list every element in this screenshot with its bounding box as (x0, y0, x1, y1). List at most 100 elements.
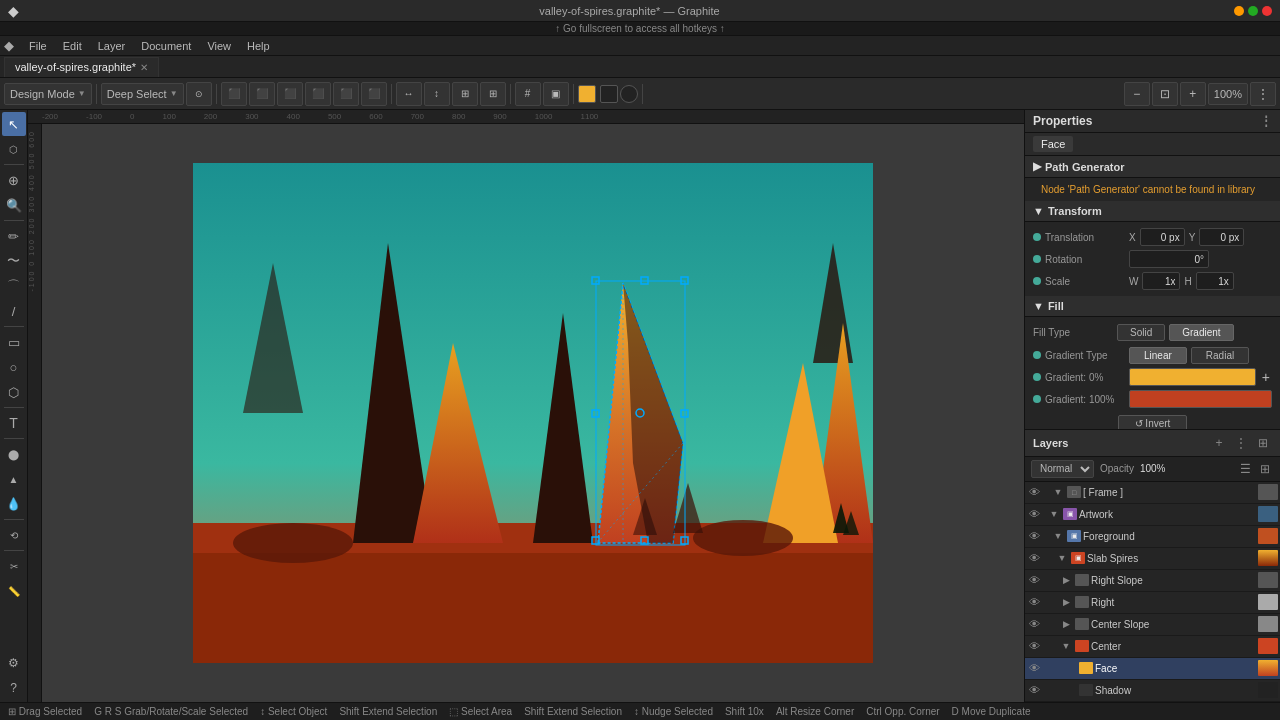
w-input[interactable] (1142, 272, 1180, 290)
select-tool[interactable]: ↖ (2, 112, 26, 136)
fill-tool[interactable]: ▲ (2, 467, 26, 491)
gradient-100-bar[interactable] (1129, 390, 1272, 408)
layer-eye-icon[interactable]: 👁 (1025, 571, 1043, 589)
layer-eye-icon[interactable]: 👁 (1025, 527, 1043, 545)
layer-eye-icon[interactable]: 👁 (1025, 549, 1043, 567)
select-btn[interactable]: ⊙ (186, 82, 212, 106)
layer-expand-icon[interactable]: ▼ (1051, 485, 1065, 499)
zoom-tool[interactable]: 🔍 (2, 193, 26, 217)
layer-eye-icon[interactable]: 👁 (1025, 615, 1043, 633)
fill-header[interactable]: ▼ Fill (1025, 296, 1280, 317)
zoom-in-btn[interactable]: + (1180, 82, 1206, 106)
menu-file[interactable]: File (22, 39, 54, 53)
align-right-btn[interactable]: ⬛ (277, 82, 303, 106)
x-input[interactable] (1140, 228, 1185, 246)
layer-expand-icon[interactable]: ▼ (1047, 507, 1061, 521)
menu-view[interactable]: View (200, 39, 238, 53)
layer-eye-icon[interactable]: 👁 (1025, 593, 1043, 611)
invert-btn[interactable]: ↺ Invert (1118, 415, 1188, 429)
layer-slab-spires[interactable]: 👁 ▼ ▣ Slab Spires (1025, 548, 1280, 570)
fill-color-chip[interactable] (578, 85, 596, 103)
line-tool[interactable]: / (2, 299, 26, 323)
layer-expand-icon[interactable]: ▶ (1059, 573, 1073, 587)
layer-eye-icon[interactable]: 👁 (1025, 483, 1043, 501)
rotation-input[interactable] (1129, 250, 1209, 268)
layers-add-icon[interactable]: + (1210, 434, 1228, 452)
align-center-h-btn[interactable]: ⬛ (249, 82, 275, 106)
path-generator-header[interactable]: ▶ Path Generator (1025, 156, 1280, 178)
gradient-0-add-icon[interactable]: + (1260, 369, 1272, 385)
transform-header[interactable]: ▼ Transform (1025, 201, 1280, 222)
layers-panel-btn[interactable]: ⊞ (1254, 434, 1272, 452)
gradient-0-bar[interactable] (1129, 368, 1256, 386)
polygon-tool[interactable]: ⬡ (2, 380, 26, 404)
gradient-tool[interactable]: ⬤ (2, 442, 26, 466)
menu-document[interactable]: Document (134, 39, 198, 53)
layer-eye-icon[interactable]: 👁 (1025, 681, 1043, 699)
menu-help[interactable]: Help (240, 39, 277, 53)
layer-right-slope[interactable]: 👁 ▶ Right Slope (1025, 570, 1280, 592)
tab-close-icon[interactable]: ✕ (140, 62, 148, 73)
layer-expand-icon[interactable]: ▼ (1059, 639, 1073, 653)
zoom-display[interactable]: 100% (1208, 83, 1248, 105)
layer-expand-icon[interactable]: ▶ (1059, 595, 1073, 609)
layer-eye-icon[interactable]: 👁 (1025, 637, 1043, 655)
gradient-fill-btn[interactable]: Gradient (1169, 324, 1233, 341)
flip-h-btn[interactable]: ↔ (396, 82, 422, 106)
layer-expand-icon[interactable]: ▼ (1055, 551, 1069, 565)
solid-fill-btn[interactable]: Solid (1117, 324, 1165, 341)
face-tab[interactable]: Face (1033, 136, 1073, 152)
layer-artwork[interactable]: 👁 ▼ ▣ Artwork (1025, 504, 1280, 526)
layer-face[interactable]: 👁 ▶ Face (1025, 658, 1280, 680)
layer-expand-icon[interactable]: ▶ (1059, 617, 1073, 631)
frame-btn[interactable]: ▣ (543, 82, 569, 106)
deep-select-dropdown[interactable]: Deep Select ▼ (101, 83, 184, 105)
zoom-out-btn[interactable]: − (1124, 82, 1150, 106)
settings-tool[interactable]: ⚙ (2, 651, 26, 675)
options-btn[interactable]: ⋮ (1250, 82, 1276, 106)
dist-h-btn[interactable]: ⊞ (452, 82, 478, 106)
ellipse-tool[interactable]: ○ (2, 355, 26, 379)
eyedropper-tool[interactable]: 💧 (2, 492, 26, 516)
layer-center-slope[interactable]: 👁 ▶ Center Slope (1025, 614, 1280, 636)
blend-mode-select[interactable]: Normal (1031, 460, 1094, 478)
color-wheel-btn[interactable] (620, 85, 638, 103)
navigate-tool[interactable]: ⊕ (2, 168, 26, 192)
align-center-v-btn[interactable]: ⬛ (333, 82, 359, 106)
tab-main[interactable]: valley-of-spires.graphite* ✕ (4, 57, 159, 77)
layer-eye-icon[interactable]: 👁 (1025, 505, 1043, 523)
stroke-color-chip[interactable] (600, 85, 618, 103)
dist-v-btn[interactable]: ⊞ (480, 82, 506, 106)
help-tool[interactable]: ? (2, 676, 26, 700)
h-input[interactable] (1196, 272, 1234, 290)
spline-tool[interactable]: ⌒ (2, 274, 26, 298)
rect-tool[interactable]: ▭ (2, 330, 26, 354)
menu-layer[interactable]: Layer (91, 39, 133, 53)
layers-list-view-icon[interactable]: ☰ (1236, 460, 1254, 478)
layer-right[interactable]: 👁 ▶ Right (1025, 592, 1280, 614)
radial-gradient-btn[interactable]: Radial (1191, 347, 1249, 364)
canvas-viewport[interactable] (42, 124, 1024, 702)
measure-tool[interactable]: 📏 (2, 579, 26, 603)
text-tool[interactable]: T (2, 411, 26, 435)
knife-tool[interactable]: ✂ (2, 554, 26, 578)
y-input[interactable] (1199, 228, 1244, 246)
node-tool[interactable]: ⬡ (2, 137, 26, 161)
transform-tool[interactable]: ⟲ (2, 523, 26, 547)
menu-edit[interactable]: Edit (56, 39, 89, 53)
layers-grid-view-icon[interactable]: ⊞ (1256, 460, 1274, 478)
design-mode-dropdown[interactable]: Design Mode ▼ (4, 83, 92, 105)
layer-foreground[interactable]: 👁 ▼ ▣ Foreground (1025, 526, 1280, 548)
grid-btn[interactable]: # (515, 82, 541, 106)
layer-shadow[interactable]: 👁 ▶ Shadow (1025, 680, 1280, 702)
layer-frame[interactable]: 👁 ▼ □ [ Frame ] (1025, 482, 1280, 504)
align-bottom-btn[interactable]: ⬛ (361, 82, 387, 106)
flip-v-btn[interactable]: ↕ (424, 82, 450, 106)
pen-tool[interactable]: ✏ (2, 224, 26, 248)
layer-expand-icon[interactable]: ▼ (1051, 529, 1065, 543)
align-top-btn[interactable]: ⬛ (305, 82, 331, 106)
layer-eye-icon[interactable]: 👁 (1025, 659, 1043, 677)
layer-center[interactable]: 👁 ▼ Center (1025, 636, 1280, 658)
linear-gradient-btn[interactable]: Linear (1129, 347, 1187, 364)
panel-options-icon[interactable]: ⋮ (1260, 114, 1272, 128)
